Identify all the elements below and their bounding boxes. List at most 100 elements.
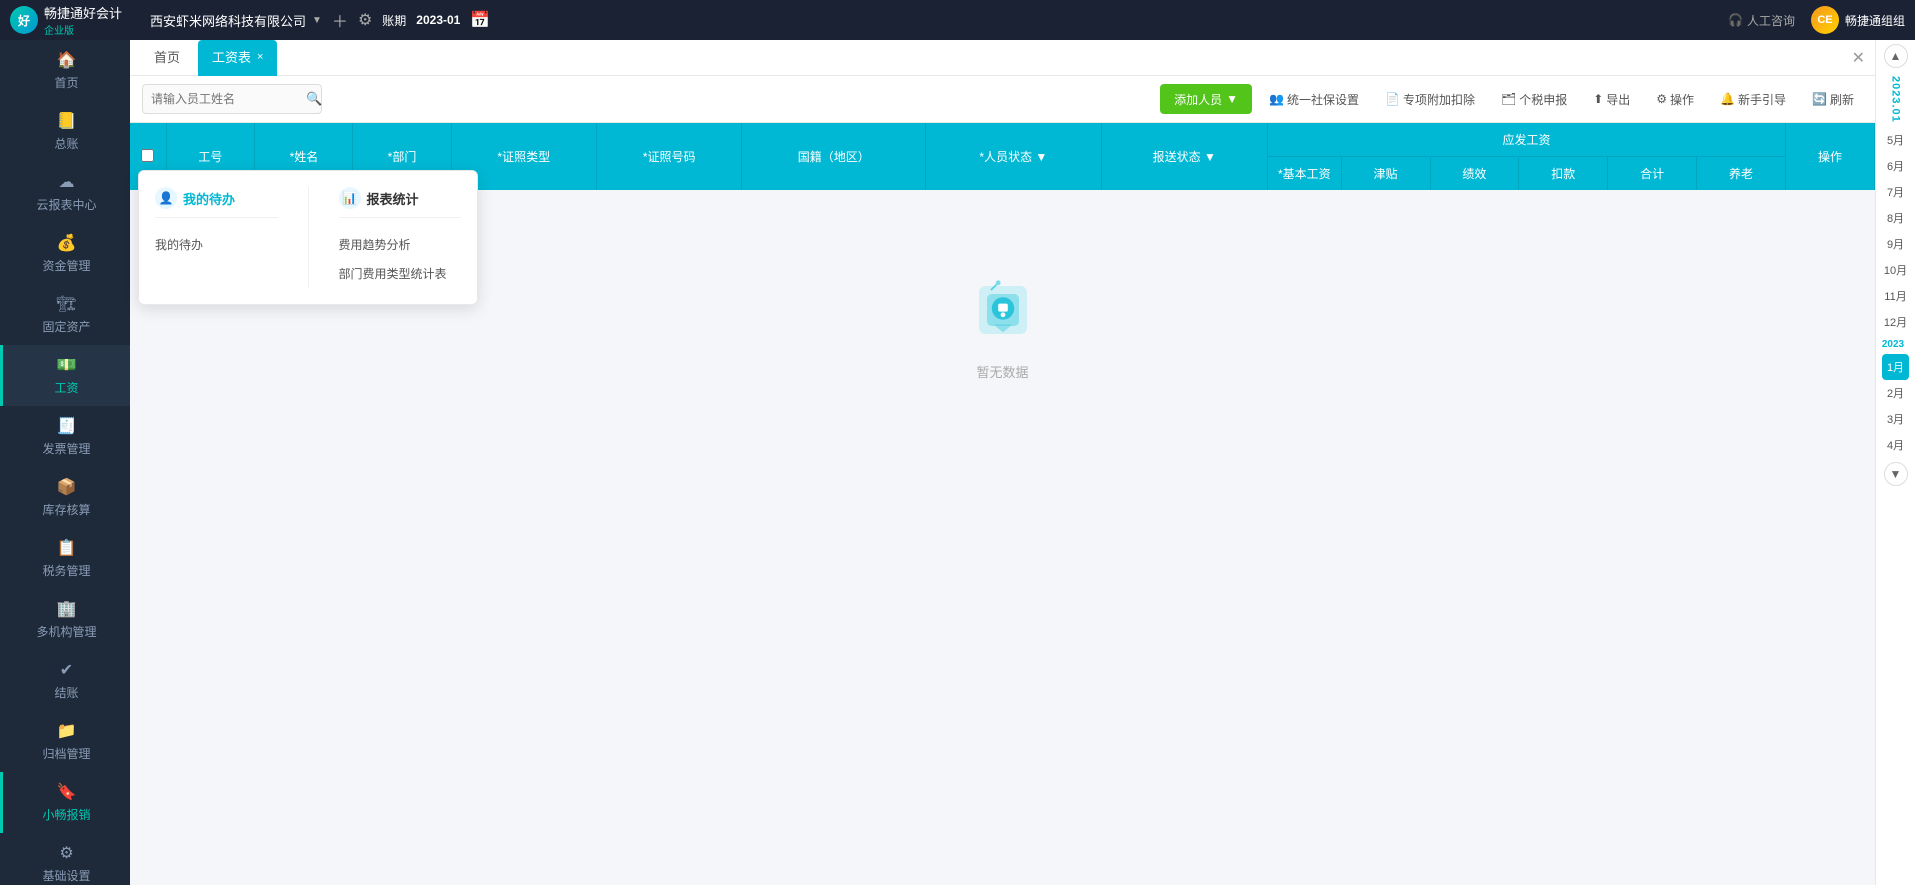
empty-illustration bbox=[963, 270, 1043, 350]
invoice-icon: 🧾 bbox=[57, 416, 77, 436]
service-label: 人工咨询 bbox=[1747, 12, 1795, 29]
home-icon: 🏠 bbox=[57, 50, 77, 70]
sidebar-item-label: 基础设置 bbox=[42, 867, 90, 884]
popup-col-my-todo: 👤 我的待办 我的待办 bbox=[155, 187, 278, 288]
popup-col-header-report-stats[interactable]: 📊 报表统计 bbox=[339, 187, 462, 218]
sidebar-item-cloud-report[interactable]: ☁ 云报表中心 bbox=[0, 162, 130, 223]
month-item-9月[interactable]: 9月 bbox=[1882, 231, 1909, 257]
popup-divider bbox=[308, 187, 309, 288]
chevron-down-icon: ▼ bbox=[312, 15, 322, 26]
sidebar-item-label: 小畅报销 bbox=[42, 806, 90, 823]
toolbar-tax-report-button[interactable]: 🗂个税申报 bbox=[1492, 84, 1576, 114]
fund-icon: 💰 bbox=[57, 233, 77, 253]
sidebar-item-settle[interactable]: ✔ 结账 bbox=[0, 650, 130, 711]
sidebar-item-expense[interactable]: 🔖 小畅报销 bbox=[0, 772, 130, 833]
sidebar-item-label: 总账 bbox=[54, 135, 78, 152]
content-area: 首页工资表× ✕ 🔍 添加人员 ▼ 👥统一社保设置📄专项附加扣除🗂个税申报⬆导出… bbox=[130, 40, 1875, 885]
company-selector[interactable]: 西安虾米网络科技有限公司 ▼ bbox=[150, 11, 322, 30]
fixed-asset-icon: 🏗 bbox=[56, 294, 76, 314]
month-item-4月[interactable]: 4月 bbox=[1882, 432, 1909, 458]
sidebar-item-label: 结账 bbox=[54, 684, 78, 701]
select-all-checkbox[interactable] bbox=[141, 149, 154, 162]
popup-item-部门费用类型统计表[interactable]: 部门费用类型统计表 bbox=[339, 259, 462, 288]
sidebar-item-label: 多机构管理 bbox=[36, 623, 96, 640]
multi-org-icon: 🏢 bbox=[57, 599, 77, 619]
sidebar-item-settings[interactable]: ⚙ 基础设置 bbox=[0, 833, 130, 885]
sidebar-item-label: 工资 bbox=[54, 379, 78, 396]
month-item-1月[interactable]: 1月 bbox=[1882, 354, 1909, 380]
toolbar-refresh-button[interactable]: 🔄刷新 bbox=[1803, 84, 1863, 114]
add-company-button[interactable]: ＋ bbox=[332, 8, 348, 32]
sidebar-item-archive[interactable]: 📁 归档管理 bbox=[0, 711, 130, 772]
add-employee-button[interactable]: 添加人员 ▼ bbox=[1160, 84, 1252, 114]
toolbar-special-deduct-button[interactable]: 📄专项附加扣除 bbox=[1376, 84, 1484, 114]
month-item-12月[interactable]: 12月 bbox=[1882, 309, 1909, 335]
salary-icon: 💵 bbox=[57, 355, 77, 375]
month-item-3月[interactable]: 3月 bbox=[1882, 406, 1909, 432]
month-item-6月[interactable]: 6月 bbox=[1882, 153, 1909, 179]
sidebar-item-label: 云报表中心 bbox=[36, 196, 96, 213]
settings-icon[interactable]: ⚙ bbox=[358, 10, 372, 30]
popup-item-我的待办[interactable]: 我的待办 bbox=[155, 230, 278, 259]
popup-section: 👤 我的待办 我的待办 📊 报表统计 费用趋势分析部门费用类型统计表 bbox=[155, 187, 461, 288]
sidebar-item-label: 库存核算 bbox=[42, 501, 90, 518]
month-item-11月[interactable]: 11月 bbox=[1882, 283, 1909, 309]
service-button[interactable]: 🎧 人工咨询 bbox=[1728, 12, 1795, 29]
sidebar-item-ledger[interactable]: 📒 总账 bbox=[0, 101, 130, 162]
toolbar-right: 添加人员 ▼ 👥统一社保设置 📄专项附加扣除 🗂个税申报 ⬆导出 ⚙操作 🔔新手引导 🔄刷新 bbox=[1160, 84, 1863, 114]
sidebar-item-multi-org[interactable]: 🏢 多机构管理 bbox=[0, 589, 130, 650]
sidebar-item-label: 归档管理 bbox=[42, 745, 90, 762]
toolbar-guide-btn-button[interactable]: 🔔新手引导 bbox=[1711, 84, 1795, 114]
logo-area: 好 畅捷通好会计 企业版 bbox=[10, 3, 140, 37]
month-item-7月[interactable]: 7月 bbox=[1882, 179, 1909, 205]
tax-icon: 📋 bbox=[57, 538, 77, 558]
main-layout: 🏠 首页 📒 总账 ☁ 云报表中心 💰 资金管理 🏗 固定资产 💵 工资 🧾 发… bbox=[0, 40, 1915, 885]
sidebar-item-invoice[interactable]: 🧾 发票管理 bbox=[0, 406, 130, 467]
period-label: 账期 bbox=[382, 12, 406, 29]
filter-icon[interactable]: ▼ bbox=[1035, 150, 1047, 164]
toolbar-export-button[interactable]: ⬆导出 bbox=[1584, 84, 1639, 114]
my-todo-col-icon: 👤 bbox=[155, 187, 177, 209]
toolbar-operations-button[interactable]: ⚙操作 bbox=[1647, 84, 1703, 114]
empty-text: 暂无数据 bbox=[976, 362, 1028, 381]
month-item-5月[interactable]: 5月 bbox=[1882, 127, 1909, 153]
tab-close-icon[interactable]: × bbox=[257, 51, 263, 63]
month-item-10月[interactable]: 10月 bbox=[1882, 257, 1909, 283]
user-area[interactable]: CE 畅捷通组组 bbox=[1811, 6, 1905, 34]
sidebar-item-tax[interactable]: 📋 税务管理 bbox=[0, 528, 130, 589]
toolbar-social-insurance-button[interactable]: 👥统一社保设置 bbox=[1260, 84, 1368, 114]
topbar-actions: ＋ ⚙ 账期 2023-01 📅 bbox=[332, 8, 490, 32]
month-next-button[interactable]: ▼ bbox=[1884, 462, 1908, 486]
popup-col-header-my-todo[interactable]: 👤 我的待办 bbox=[155, 187, 278, 218]
calendar-icon[interactable]: 📅 bbox=[470, 10, 490, 30]
month-item-2月[interactable]: 2月 bbox=[1882, 380, 1909, 406]
month-item-8月[interactable]: 8月 bbox=[1882, 205, 1909, 231]
toolbar: 🔍 添加人员 ▼ 👥统一社保设置📄专项附加扣除🗂个税申报⬆导出⚙操作🔔新手引导🔄… bbox=[130, 76, 1875, 123]
sidebar-item-fixed-asset[interactable]: 🏗 固定资产 bbox=[0, 284, 130, 345]
th-report-status: 报送状态 ▼ bbox=[1101, 123, 1267, 190]
sidebar-item-salary[interactable]: 💵 工资 bbox=[0, 345, 130, 406]
popup-item-费用趋势分析[interactable]: 费用趋势分析 bbox=[339, 230, 462, 259]
tab-home-tab[interactable]: 首页 bbox=[140, 40, 194, 76]
settings-icon: ⚙ bbox=[59, 843, 73, 863]
logo-text: 畅捷通好会计 企业版 bbox=[44, 3, 122, 37]
th-country: 国籍（地区） bbox=[742, 123, 926, 190]
report-filter-icon[interactable]: ▼ bbox=[1204, 150, 1216, 164]
topbar: 好 畅捷通好会计 企业版 西安虾米网络科技有限公司 ▼ ＋ ⚙ 账期 2023-… bbox=[0, 0, 1915, 40]
tab-salary-tab[interactable]: 工资表× bbox=[198, 40, 277, 76]
sidebar-item-label: 资金管理 bbox=[42, 257, 90, 274]
tabs-bar: 首页工资表× ✕ bbox=[130, 40, 1875, 76]
cloud-report-icon: ☁ bbox=[59, 172, 75, 192]
month-prev-button[interactable]: ▲ bbox=[1884, 44, 1908, 68]
sidebar-item-label: 首页 bbox=[54, 74, 78, 91]
search-input[interactable] bbox=[151, 92, 306, 106]
th-id-no: *证照号码 bbox=[596, 123, 741, 190]
sidebar-item-label: 固定资产 bbox=[42, 318, 90, 335]
sidebar-item-home[interactable]: 🏠 首页 bbox=[0, 40, 130, 101]
sidebar-item-inventory[interactable]: 📦 库存核算 bbox=[0, 467, 130, 528]
close-window-button[interactable]: ✕ bbox=[1852, 48, 1865, 68]
ledger-icon: 📒 bbox=[57, 111, 77, 131]
th-total: 合计 bbox=[1608, 157, 1697, 191]
th-status: *人员状态 ▼ bbox=[926, 123, 1102, 190]
sidebar-item-fund[interactable]: 💰 资金管理 bbox=[0, 223, 130, 284]
